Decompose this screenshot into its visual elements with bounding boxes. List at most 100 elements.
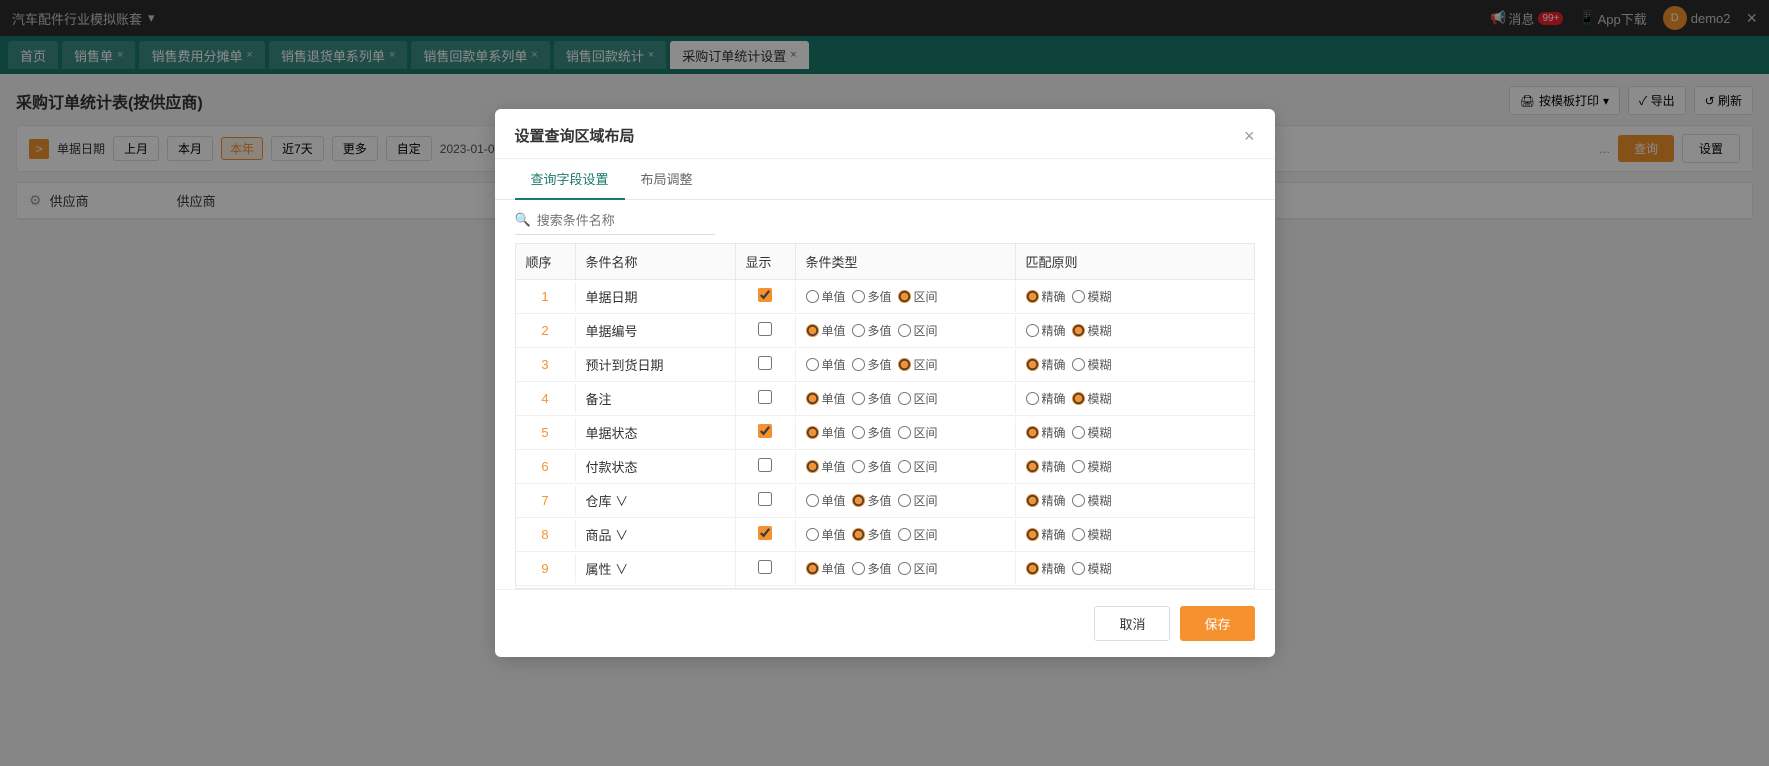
type-radio[interactable]: [852, 460, 865, 473]
type-radio[interactable]: [898, 528, 911, 541]
type-radio[interactable]: [852, 494, 865, 507]
match-radio[interactable]: [1026, 290, 1039, 303]
match-radio[interactable]: [1026, 528, 1039, 541]
match-radio[interactable]: [1026, 392, 1039, 405]
type-radio[interactable]: [898, 324, 911, 337]
type-radio-item[interactable]: 单值: [806, 526, 846, 543]
type-radio-item[interactable]: 多值: [852, 492, 892, 509]
type-radio[interactable]: [806, 392, 819, 405]
match-radio[interactable]: [1072, 358, 1085, 371]
type-radio-item[interactable]: 单值: [806, 390, 846, 407]
search-input[interactable]: [537, 213, 715, 228]
type-radio[interactable]: [898, 494, 911, 507]
type-radio-item[interactable]: 区间: [898, 458, 938, 475]
type-radio-item[interactable]: 多值: [852, 560, 892, 577]
match-radio-item[interactable]: 模糊: [1072, 458, 1112, 475]
match-radio[interactable]: [1026, 460, 1039, 473]
match-radio[interactable]: [1026, 324, 1039, 337]
match-radio[interactable]: [1072, 324, 1085, 337]
type-radio-item[interactable]: 单值: [806, 424, 846, 441]
modal-tab-query-fields[interactable]: 查询字段设置: [515, 159, 625, 200]
match-radio-item[interactable]: 精确: [1026, 492, 1066, 509]
type-radio-item[interactable]: 区间: [898, 560, 938, 577]
type-radio[interactable]: [806, 426, 819, 439]
match-radio[interactable]: [1026, 358, 1039, 371]
match-radio[interactable]: [1072, 528, 1085, 541]
row-display[interactable]: [736, 383, 796, 414]
type-radio-item[interactable]: 区间: [898, 492, 938, 509]
type-radio-item[interactable]: 区间: [898, 288, 938, 305]
match-radio-item[interactable]: 模糊: [1072, 288, 1112, 305]
display-checkbox[interactable]: [758, 458, 772, 472]
cancel-button[interactable]: 取消: [1094, 606, 1170, 641]
row-display[interactable]: [736, 485, 796, 516]
match-radio[interactable]: [1026, 494, 1039, 507]
type-radio[interactable]: [806, 460, 819, 473]
type-radio-item[interactable]: 单值: [806, 356, 846, 373]
type-radio-item[interactable]: 多值: [852, 424, 892, 441]
display-checkbox[interactable]: [758, 560, 772, 574]
type-radio[interactable]: [806, 324, 819, 337]
display-checkbox[interactable]: [758, 492, 772, 506]
match-radio-item[interactable]: 精确: [1026, 424, 1066, 441]
type-radio[interactable]: [852, 324, 865, 337]
type-radio[interactable]: [806, 562, 819, 575]
type-radio-item[interactable]: 多值: [852, 288, 892, 305]
type-radio-item[interactable]: 多值: [852, 526, 892, 543]
type-radio[interactable]: [852, 426, 865, 439]
modal-close-button[interactable]: ×: [1244, 127, 1255, 145]
row-display[interactable]: [736, 349, 796, 380]
type-radio[interactable]: [806, 494, 819, 507]
row-display[interactable]: [736, 417, 796, 448]
type-radio-item[interactable]: 区间: [898, 322, 938, 339]
display-checkbox[interactable]: [758, 356, 772, 370]
save-button[interactable]: 保存: [1180, 606, 1254, 641]
modal-overlay[interactable]: 设置查询区域布局 × 查询字段设置 布局调整 🔍 顺序 条件名称 显示: [0, 0, 1769, 766]
match-radio[interactable]: [1026, 562, 1039, 575]
match-radio-item[interactable]: 精确: [1026, 322, 1066, 339]
type-radio-item[interactable]: 单值: [806, 458, 846, 475]
row-display[interactable]: [736, 553, 796, 584]
type-radio[interactable]: [806, 290, 819, 303]
type-radio[interactable]: [852, 528, 865, 541]
display-checkbox[interactable]: [758, 424, 772, 438]
match-radio[interactable]: [1072, 392, 1085, 405]
type-radio[interactable]: [852, 392, 865, 405]
match-radio-item[interactable]: 模糊: [1072, 322, 1112, 339]
type-radio-item[interactable]: 单值: [806, 288, 846, 305]
modal-tab-layout[interactable]: 布局调整: [625, 159, 709, 200]
type-radio-item[interactable]: 区间: [898, 356, 938, 373]
match-radio-item[interactable]: 模糊: [1072, 356, 1112, 373]
match-radio-item[interactable]: 精确: [1026, 560, 1066, 577]
match-radio[interactable]: [1072, 562, 1085, 575]
display-checkbox[interactable]: [758, 322, 772, 336]
row-display[interactable]: [736, 315, 796, 346]
match-radio[interactable]: [1026, 426, 1039, 439]
match-radio[interactable]: [1072, 494, 1085, 507]
type-radio[interactable]: [898, 358, 911, 371]
row-display[interactable]: [736, 519, 796, 550]
match-radio-item[interactable]: 精确: [1026, 390, 1066, 407]
match-radio-item[interactable]: 精确: [1026, 356, 1066, 373]
row-display[interactable]: [736, 451, 796, 482]
display-checkbox[interactable]: [758, 288, 772, 302]
type-radio[interactable]: [898, 426, 911, 439]
type-radio[interactable]: [898, 562, 911, 575]
match-radio[interactable]: [1072, 460, 1085, 473]
display-checkbox[interactable]: [758, 526, 772, 540]
match-radio-item[interactable]: 精确: [1026, 526, 1066, 543]
type-radio-item[interactable]: 多值: [852, 322, 892, 339]
type-radio-item[interactable]: 区间: [898, 526, 938, 543]
match-radio[interactable]: [1072, 426, 1085, 439]
row-display[interactable]: [736, 281, 796, 312]
match-radio-item[interactable]: 精确: [1026, 458, 1066, 475]
type-radio[interactable]: [806, 528, 819, 541]
type-radio[interactable]: [852, 562, 865, 575]
type-radio-item[interactable]: 多值: [852, 356, 892, 373]
type-radio-item[interactable]: 区间: [898, 424, 938, 441]
type-radio[interactable]: [806, 358, 819, 371]
match-radio-item[interactable]: 模糊: [1072, 560, 1112, 577]
match-radio-item[interactable]: 模糊: [1072, 390, 1112, 407]
type-radio-item[interactable]: 单值: [806, 492, 846, 509]
type-radio-item[interactable]: 多值: [852, 390, 892, 407]
